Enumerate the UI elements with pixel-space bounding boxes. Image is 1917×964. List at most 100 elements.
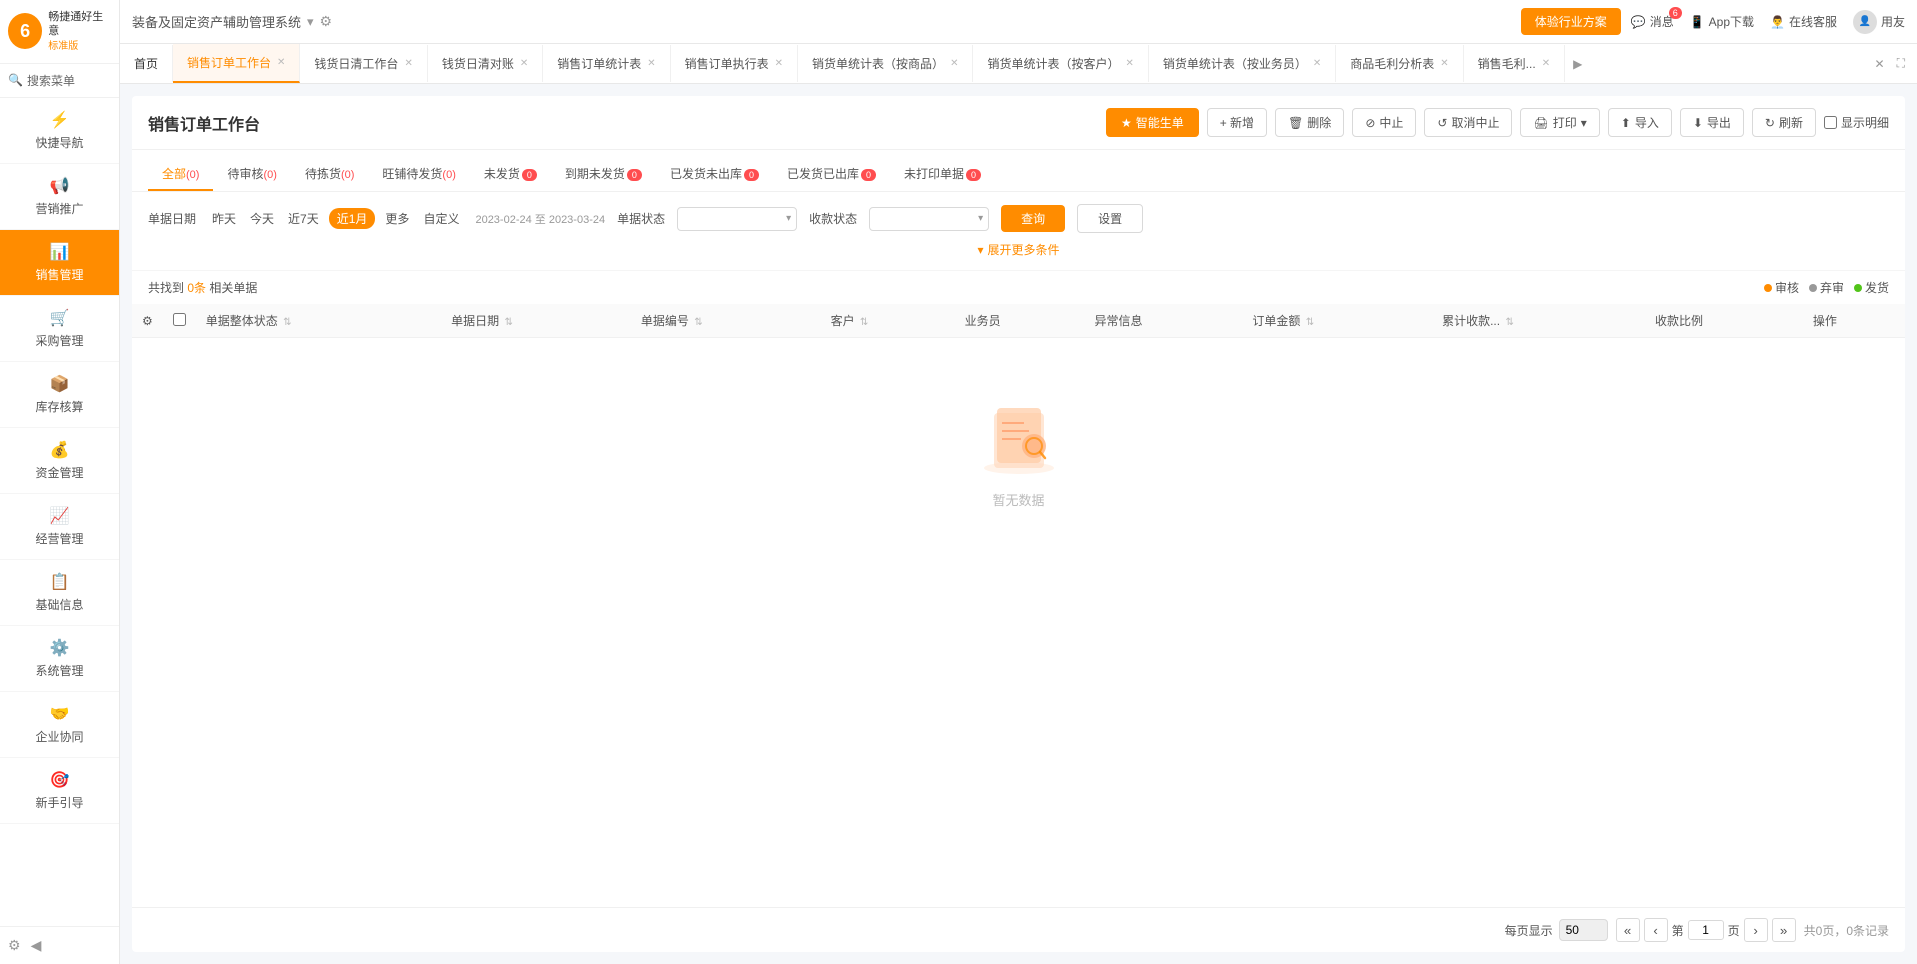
subtab-wangpu[interactable]: 旺铺待发货(0) xyxy=(368,158,469,191)
sidebar-settings-btn[interactable]: ⚙ xyxy=(8,937,21,954)
payment-select[interactable] xyxy=(869,207,989,231)
tab-close-by-staff[interactable]: ✕ xyxy=(1313,58,1321,69)
tab-cash-daily[interactable]: 钱货日清工作台 ✕ xyxy=(300,45,427,82)
sidebar-item-inventory[interactable]: 📦 库存核算 xyxy=(0,362,119,428)
date-opt-custom[interactable]: 自定义 xyxy=(419,208,463,229)
customer-sort-icon[interactable]: ⇅ xyxy=(860,317,868,328)
suspend-btn[interactable]: ⊘ 中止 xyxy=(1352,108,1416,137)
payment-filter-label: 收款状态 xyxy=(809,210,857,227)
page-input[interactable] xyxy=(1688,920,1724,940)
tab-more-btn[interactable]: ▶ xyxy=(1565,57,1590,71)
subtab-shipped-not-out[interactable]: 已发货未出库0 xyxy=(656,158,773,191)
sidebar-item-finance[interactable]: 💰 资金管理 xyxy=(0,428,119,494)
tab-close-sales-workbench[interactable]: ✕ xyxy=(277,57,285,68)
tab-close-sales-stats[interactable]: ✕ xyxy=(647,58,655,69)
expand-more-btn[interactable]: ▾ 展开更多条件 xyxy=(977,241,1059,258)
subtab-not-shipped[interactable]: 未发货0 xyxy=(470,158,551,191)
sidebar-collapse-btn[interactable]: ◀ xyxy=(31,937,42,954)
tab-cash-reconcile[interactable]: 钱货日清对账 ✕ xyxy=(428,45,543,82)
tab-close-cash-daily[interactable]: ✕ xyxy=(404,58,412,69)
page-total: 共0页，0条记录 xyxy=(1804,922,1889,939)
date-opt-7days[interactable]: 近7天 xyxy=(284,208,323,229)
sidebar-item-base-info[interactable]: 📋 基础信息 xyxy=(0,560,119,626)
subtab-overdue-not-shipped[interactable]: 到期未发货0 xyxy=(551,158,656,191)
cancel-suspend-btn[interactable]: ↺ 取消中止 xyxy=(1424,108,1512,137)
date-opt-yesterday[interactable]: 昨天 xyxy=(208,208,240,229)
date-opt-more[interactable]: 更多 xyxy=(381,208,413,229)
number-sort-icon[interactable]: ⇅ xyxy=(694,317,702,328)
date-sort-icon[interactable]: ⇅ xyxy=(505,317,513,328)
subtab-pending-review[interactable]: 待审核(0) xyxy=(213,158,290,191)
date-opt-today[interactable]: 今天 xyxy=(246,208,278,229)
tab-close-gross-margin[interactable]: ✕ xyxy=(1440,58,1448,69)
quick-review-btn[interactable]: 审核 xyxy=(1764,279,1799,296)
tab-close-by-product[interactable]: ✕ xyxy=(950,58,958,69)
tab-sales-profits[interactable]: 销售毛利... ✕ xyxy=(1464,45,1565,82)
phone-icon: 📱 xyxy=(1690,15,1705,29)
delete-btn[interactable]: 🗑 删除 xyxy=(1275,108,1344,137)
topbar-user-btn[interactable]: 👤 用友 xyxy=(1853,10,1905,34)
select-all-checkbox[interactable] xyxy=(173,313,186,326)
date-opt-1month[interactable]: 近1月 xyxy=(329,208,376,229)
show-detail-input[interactable] xyxy=(1824,116,1837,129)
page-prev-btn[interactable]: ‹ xyxy=(1644,918,1668,942)
tab-close-all-btn[interactable]: ✕ xyxy=(1871,53,1889,75)
add-btn[interactable]: + 新增 xyxy=(1207,108,1267,137)
topbar-online-service-btn[interactable]: 👨‍💼 在线客服 xyxy=(1770,13,1837,30)
th-collected: 累计收款... ⇅ xyxy=(1432,304,1645,338)
th-checkbox[interactable] xyxy=(163,304,196,338)
topbar-app-download-btn[interactable]: 📱 App下载 xyxy=(1690,13,1754,30)
sidebar-item-search[interactable]: 🔍 搜索菜单 xyxy=(0,64,119,98)
import-icon: ⬆ xyxy=(1621,116,1631,130)
tab-gross-margin[interactable]: 商品毛利分析表 ✕ xyxy=(1336,45,1463,82)
tab-close-sales-profits[interactable]: ✕ xyxy=(1542,58,1550,69)
query-btn[interactable]: 查询 xyxy=(1001,205,1065,232)
tab-close-sales-exec[interactable]: ✕ xyxy=(775,58,783,69)
topbar-message-btn[interactable]: 💬 消息 6 xyxy=(1631,13,1674,30)
collected-sort-icon[interactable]: ⇅ xyxy=(1505,317,1513,328)
print-btn[interactable]: 🖨 打印 ▾ xyxy=(1520,108,1599,137)
solution-btn[interactable]: 体验行业方案 xyxy=(1521,8,1621,35)
tab-sales-stats[interactable]: 销售订单统计表 ✕ xyxy=(543,45,670,82)
import-btn[interactable]: ⬆ 导入 xyxy=(1608,108,1672,137)
tab-close-cash-reconcile[interactable]: ✕ xyxy=(520,58,528,69)
topbar-settings-icon[interactable]: ⚙ xyxy=(320,13,333,30)
subtab-shipped-out[interactable]: 已发货已出库0 xyxy=(773,158,890,191)
th-settings[interactable]: ⚙ xyxy=(132,304,163,338)
subtab-pending-pickup[interactable]: 待拣货(0) xyxy=(291,158,368,191)
page-next-btn[interactable]: › xyxy=(1744,918,1768,942)
tab-sales-exec[interactable]: 销售订单执行表 ✕ xyxy=(671,45,798,82)
page-last-btn[interactable]: » xyxy=(1772,918,1796,942)
refresh-btn[interactable]: ↻ 刷新 xyxy=(1752,108,1816,137)
tab-sales-by-staff[interactable]: 销货单统计表（按业务员） ✕ xyxy=(1149,45,1336,82)
filter-setting-btn[interactable]: 设置 xyxy=(1077,204,1143,233)
topbar-dropdown-arrow[interactable]: ▾ xyxy=(307,14,314,30)
page-size-select[interactable]: 50 20 100 xyxy=(1559,919,1608,941)
tab-fullscreen-btn[interactable]: ⛶ xyxy=(1893,52,1909,75)
tab-home[interactable]: 首页 xyxy=(120,45,173,82)
page-first-btn[interactable]: « xyxy=(1616,918,1640,942)
sidebar-item-system[interactable]: ⚙️ 系统管理 xyxy=(0,626,119,692)
sidebar-item-marketing[interactable]: 📢 营销推广 xyxy=(0,164,119,230)
status-select[interactable] xyxy=(677,207,797,231)
quick-ship-btn[interactable]: 发货 xyxy=(1854,279,1889,296)
tab-close-by-customer[interactable]: ✕ xyxy=(1125,58,1133,69)
sidebar-item-sales[interactable]: 📊 销售管理 xyxy=(0,230,119,296)
sidebar-item-purchase[interactable]: 🛒 采购管理 xyxy=(0,296,119,362)
quick-cancel-review-btn[interactable]: 弃审 xyxy=(1809,279,1844,296)
system-icon: ⚙️ xyxy=(50,638,70,658)
sidebar-item-quick-nav[interactable]: ⚡ 快捷导航 xyxy=(0,98,119,164)
tab-sales-by-customer[interactable]: 销货单统计表（按客户） ✕ xyxy=(973,45,1148,82)
status-sort-icon[interactable]: ⇅ xyxy=(283,317,291,328)
sidebar-item-operation[interactable]: 📈 经营管理 xyxy=(0,494,119,560)
smart-create-btn[interactable]: ★ 智能生单 xyxy=(1106,108,1199,137)
export-btn[interactable]: ⬇ 导出 xyxy=(1680,108,1744,137)
sidebar-item-guide[interactable]: 🎯 新手引导 xyxy=(0,758,119,824)
amount-sort-icon[interactable]: ⇅ xyxy=(1306,317,1314,328)
tab-sales-by-product[interactable]: 销货单统计表（按商品） ✕ xyxy=(798,45,973,82)
show-detail-checkbox[interactable]: 显示明细 xyxy=(1824,114,1889,131)
tab-sales-workbench[interactable]: 销售订单工作台 ✕ xyxy=(173,44,300,83)
sidebar-item-cooperation[interactable]: 🤝 企业协同 xyxy=(0,692,119,758)
subtab-not-printed[interactable]: 未打印单据0 xyxy=(890,158,995,191)
subtab-all[interactable]: 全部(0) xyxy=(148,158,213,191)
